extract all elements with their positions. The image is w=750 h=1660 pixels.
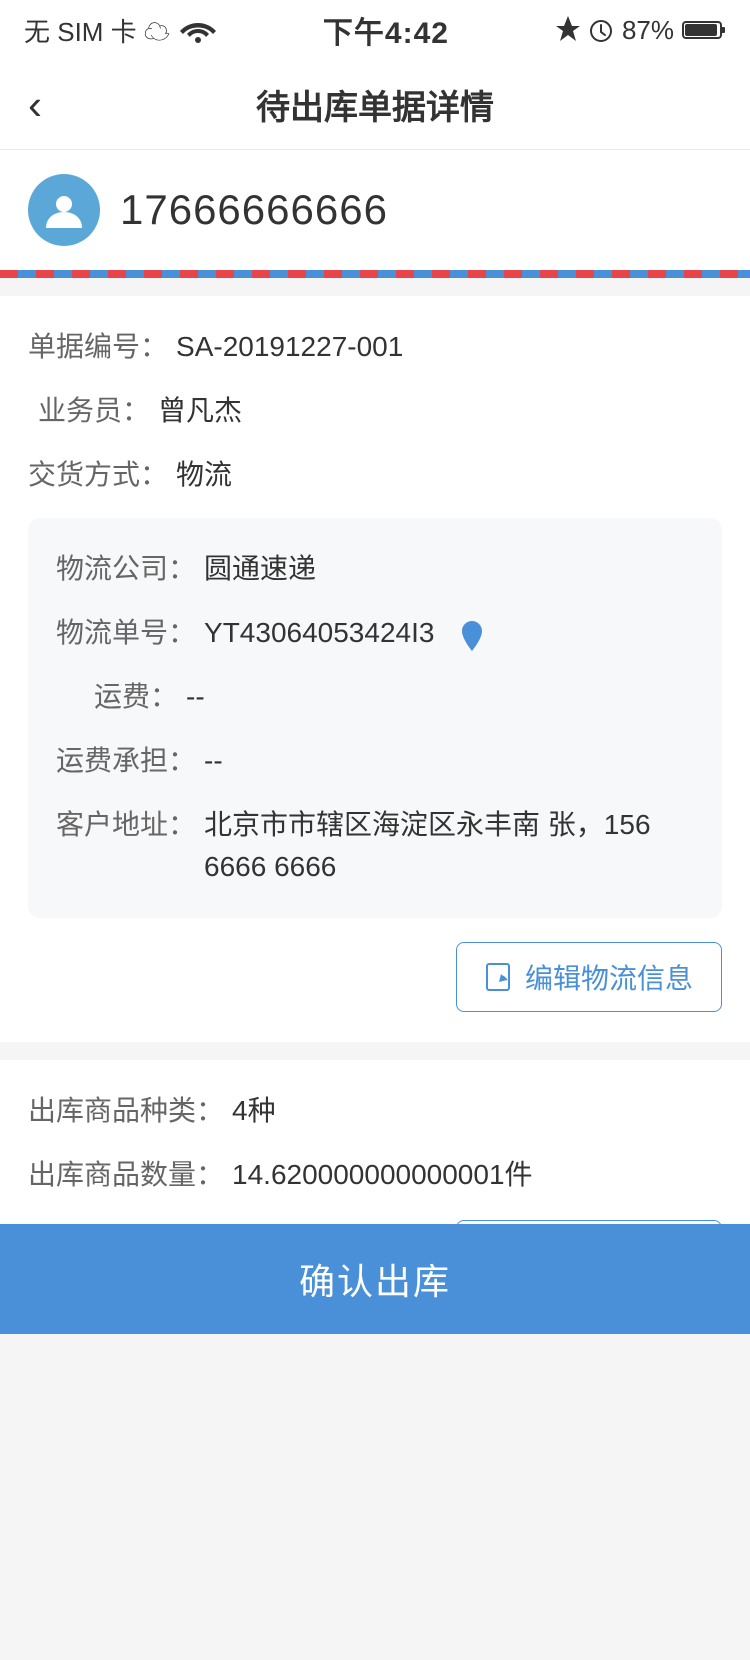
freight-label: 运费： bbox=[56, 676, 186, 718]
freight-value: -- bbox=[186, 676, 694, 718]
avatar bbox=[28, 174, 100, 246]
edit-logistics-button[interactable]: 编辑物流信息 bbox=[456, 942, 722, 1012]
sales-person-label: 业务员： bbox=[28, 390, 158, 432]
status-right: 87% bbox=[556, 15, 726, 46]
edit-logistics-label: 编辑物流信息 bbox=[525, 957, 693, 997]
status-time: 下午4:42 bbox=[323, 8, 449, 52]
user-icon bbox=[42, 188, 86, 232]
logistics-company-value: 圆通速递 bbox=[204, 548, 694, 590]
confirm-bar[interactable]: 确认出库 bbox=[0, 1224, 750, 1334]
goods-type-value: 4种 bbox=[232, 1090, 722, 1132]
logistics-company-label: 物流公司： bbox=[56, 548, 204, 590]
edit-icon bbox=[485, 962, 515, 992]
order-info-section: 单据编号： SA-20191227-001 业务员： 曾凡杰 交货方式： 物流 … bbox=[0, 296, 750, 1042]
tracking-label: 物流单号： bbox=[56, 612, 204, 654]
sim-status: 无 SIM 卡 ☁ bbox=[24, 12, 170, 49]
customer-header: 17666666666 bbox=[0, 150, 750, 270]
freight-bearer-value: -- bbox=[204, 740, 694, 782]
battery-percentage: 87% bbox=[622, 15, 674, 46]
goods-type-label: 出库商品种类： bbox=[28, 1090, 232, 1132]
address-value: 北京市市辖区海淀区永丰南 张，156 6666 6666 bbox=[204, 804, 694, 888]
location-service-icon bbox=[556, 16, 580, 44]
freight-bearer-label: 运费承担： bbox=[56, 740, 204, 782]
goods-type-row: 出库商品种类： 4种 bbox=[28, 1090, 722, 1132]
freight-row: 运费： -- bbox=[56, 676, 694, 718]
logistics-company-row: 物流公司： 圆通速递 bbox=[56, 548, 694, 590]
address-row: 客户地址： 北京市市辖区海淀区永丰南 张，156 6666 6666 bbox=[56, 804, 694, 888]
tracking-number-row: 物流单号： YT43064053424I3 bbox=[56, 612, 694, 654]
order-number-row: 单据编号： SA-20191227-001 bbox=[28, 326, 722, 368]
freight-bearer-row: 运费承担： -- bbox=[56, 740, 694, 782]
bottom-spacer bbox=[0, 1500, 750, 1660]
address-label: 客户地址： bbox=[56, 804, 204, 846]
goods-quantity-value: 14.620000000000001件 bbox=[232, 1154, 722, 1196]
logistics-card: 物流公司： 圆通速递 物流单号： YT43064053424I3 运费： -- … bbox=[28, 518, 722, 918]
battery-icon bbox=[682, 18, 726, 42]
nav-bar: ‹ 待出库单据详情 bbox=[0, 60, 750, 150]
delivery-method-label: 交货方式： bbox=[28, 454, 176, 496]
empty-area bbox=[0, 1320, 750, 1500]
tracking-location-icon[interactable] bbox=[454, 617, 490, 653]
order-number-label: 单据编号： bbox=[28, 326, 176, 368]
alarm-icon bbox=[588, 16, 614, 44]
sales-person-value: 曾凡杰 bbox=[158, 390, 722, 432]
sales-person-row: 业务员： 曾凡杰 bbox=[28, 390, 722, 432]
status-left: 无 SIM 卡 ☁ bbox=[24, 12, 216, 49]
status-bar: 无 SIM 卡 ☁ 下午4:42 87% bbox=[0, 0, 750, 60]
back-button[interactable]: ‹ bbox=[28, 81, 42, 129]
delivery-method-row: 交货方式： 物流 bbox=[28, 454, 722, 496]
page-title: 待出库单据详情 bbox=[256, 80, 494, 129]
wifi-icon bbox=[180, 17, 216, 43]
edit-logistics-action: 编辑物流信息 bbox=[28, 942, 722, 1012]
dashed-divider bbox=[0, 270, 750, 278]
order-number-value: SA-20191227-001 bbox=[176, 326, 722, 368]
goods-quantity-row: 出库商品数量： 14.620000000000001件 bbox=[28, 1154, 722, 1196]
back-icon: ‹ bbox=[28, 81, 42, 128]
delivery-method-value: 物流 bbox=[176, 454, 722, 496]
confirm-button-label: 确认出库 bbox=[299, 1253, 451, 1305]
customer-phone: 17666666666 bbox=[120, 186, 388, 234]
tracking-number-value: YT43064053424I3 bbox=[204, 612, 694, 654]
goods-quantity-label: 出库商品数量： bbox=[28, 1154, 232, 1196]
